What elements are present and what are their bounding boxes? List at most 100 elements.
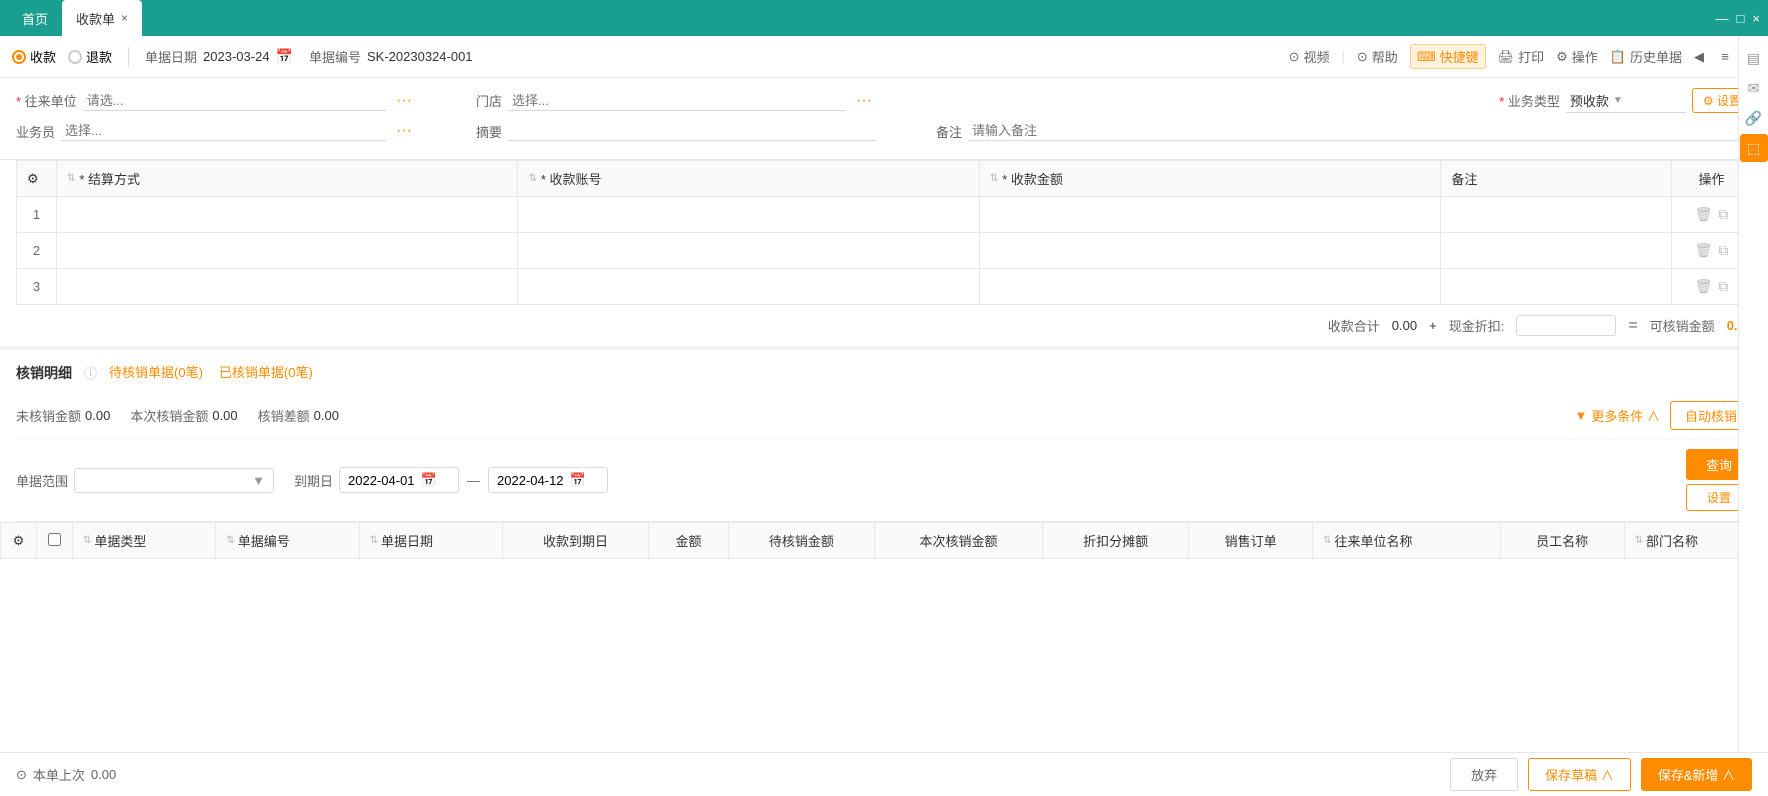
operation-label: 操作	[1572, 47, 1598, 66]
layout1-icon[interactable]: ≡	[1716, 48, 1734, 66]
footer: ⊙ 本单上次 0.00 放弃 保存草稿 ∧ 保存&新增 ∧	[0, 752, 1768, 796]
sidebar-icon-table[interactable]: ▤	[1740, 44, 1768, 72]
bottom-checkbox-header[interactable]	[37, 523, 73, 559]
store-input[interactable]	[508, 91, 846, 111]
close-icon[interactable]: ×	[1752, 11, 1760, 26]
discount-header: 折扣分摊额	[1043, 523, 1189, 559]
amount-cell-3[interactable]	[979, 269, 1440, 305]
equals-sign: =	[1628, 317, 1637, 335]
due-date-header: 收款到期日	[502, 523, 648, 559]
range-select[interactable]: ▼	[74, 468, 274, 493]
account-cell-2[interactable]	[518, 233, 979, 269]
number-field: 单据编号 SK-20230324-001	[309, 47, 473, 66]
form-row-2: 业务员 ··· 摘要 备注	[16, 121, 1752, 141]
counterpart-header: ⇅往来单位名称	[1313, 523, 1500, 559]
refund-radio-circle	[68, 50, 82, 64]
plus-sign: +	[1429, 318, 1437, 333]
date-dash: —	[467, 473, 480, 488]
business-type-select[interactable]: 预收款 ▼	[1566, 89, 1686, 113]
print-btn[interactable]: 🖨 打印	[1498, 47, 1545, 66]
bottom-table: ⚙ ⇅单据类型 ⇅单据编号 ⇅单据日期 收款到期日	[0, 522, 1768, 559]
discount-input[interactable]	[1516, 315, 1616, 336]
copy-icon-1[interactable]: ⧉	[1718, 206, 1728, 223]
remark-input[interactable]	[968, 121, 1752, 141]
save-new-button[interactable]: 保存&新增 ∧	[1641, 758, 1752, 791]
settlement-cell-1[interactable]	[57, 197, 518, 233]
maximize-icon[interactable]: □	[1737, 11, 1745, 26]
delete-icon-2[interactable]: 🗑	[1695, 242, 1713, 259]
counterpart-input[interactable]	[83, 91, 386, 111]
remark-cell-3[interactable]	[1441, 269, 1672, 305]
sidebar-icon-expand[interactable]: ⬚	[1740, 134, 1768, 162]
counterpart-label: 往来单位	[16, 91, 77, 110]
account-header: ⇅ * 收款账号	[518, 161, 979, 197]
tab-close-icon[interactable]: ×	[121, 11, 128, 25]
delete-icon-1[interactable]: 🗑	[1695, 206, 1713, 223]
staff-more-icon[interactable]: ···	[392, 122, 416, 140]
done-tab[interactable]: 已核销单据(0笔)	[219, 362, 313, 383]
refund-radio[interactable]: 退款	[68, 47, 112, 66]
draft-button[interactable]: 保存草稿 ∧	[1528, 758, 1631, 791]
delete-icon-3[interactable]: 🗑	[1695, 278, 1713, 295]
sidebar-icon-link[interactable]: 🔗	[1740, 104, 1768, 132]
more-filter-btn[interactable]: ▼ 更多条件 ∧	[1574, 406, 1660, 425]
operation-icon: ⚙	[1556, 49, 1568, 65]
settlement-cell-3[interactable]	[57, 269, 518, 305]
stats-right: ▼ 更多条件 ∧ 自动核销	[1574, 401, 1752, 430]
tab-current[interactable]: 收款单 ×	[62, 0, 142, 36]
date-filter: 到期日 2022-04-01 📅 — 2022-04-12 📅	[294, 467, 608, 493]
abandon-button[interactable]: 放弃	[1450, 758, 1518, 791]
amount-cell-2[interactable]	[979, 233, 1440, 269]
copy-icon-2[interactable]: ⧉	[1718, 242, 1728, 259]
table-row: 1 🗑 ⧉	[17, 197, 1752, 233]
range-arrow-icon: ▼	[252, 473, 265, 488]
calendar-icon[interactable]: 📅	[276, 48, 293, 65]
date-filter-label: 到期日	[294, 471, 333, 490]
discount-label: 现金折扣:	[1449, 316, 1505, 335]
nav-prev-btn[interactable]: ◀	[1694, 49, 1704, 65]
minimize-icon[interactable]: —	[1716, 11, 1729, 26]
staff-input[interactable]	[61, 121, 386, 141]
filter-row: 单据范围 ▼ 到期日 2022-04-01 📅 — 2022-04-12 �	[16, 439, 1752, 522]
net-label: 可核销金额	[1650, 316, 1715, 335]
select-all-checkbox[interactable]	[48, 533, 61, 546]
operation-btn[interactable]: ⚙ 操作	[1556, 47, 1598, 66]
staff-field: 业务员 ···	[16, 121, 416, 141]
type-radio-group: 收款 退款	[12, 47, 112, 66]
summary-input[interactable]	[508, 121, 876, 141]
help-btn[interactable]: ⊙ 帮助	[1357, 47, 1398, 66]
account-cell-1[interactable]	[518, 197, 979, 233]
print-label: 打印	[1518, 47, 1544, 66]
date-label: 单据日期	[145, 47, 197, 66]
store-more-icon[interactable]: ···	[852, 92, 876, 110]
remark-cell-1[interactable]	[1441, 197, 1672, 233]
more-filter-label: 更多条件 ∧	[1591, 406, 1660, 425]
remark-cell-2[interactable]	[1441, 233, 1672, 269]
video-btn[interactable]: ⊙ 视频	[1289, 47, 1330, 66]
bottom-settings-header[interactable]: ⚙	[1, 523, 37, 559]
receipt-radio[interactable]: 收款	[12, 47, 56, 66]
date-to-input[interactable]: 2022-04-12 📅	[488, 467, 608, 493]
help-label: 帮助	[1372, 47, 1398, 66]
sidebar-icon-mail[interactable]: ✉	[1740, 74, 1768, 102]
settlement-cell-2[interactable]	[57, 233, 518, 269]
table-settings-header[interactable]: ⚙	[17, 161, 57, 197]
account-cell-3[interactable]	[518, 269, 979, 305]
pending-tab[interactable]: 待核销单据(0笔)	[109, 362, 203, 383]
amount-cell-1[interactable]	[979, 197, 1440, 233]
shortcut-btn[interactable]: ⌨ 快捷键	[1410, 44, 1486, 69]
window-controls: — □ ×	[1716, 11, 1760, 26]
remark-label: 备注	[936, 122, 962, 141]
form-row-1: 往来单位 ··· 门店 ··· 业务类型 预收款 ▼ ⚙ 设置	[16, 88, 1752, 113]
video-icon: ⊙	[1289, 49, 1300, 65]
counterpart-more-icon[interactable]: ···	[392, 92, 416, 110]
tab-home[interactable]: 首页	[8, 0, 62, 36]
total-label: 收款合计	[1328, 316, 1380, 335]
staff-header: 员工名称	[1500, 523, 1624, 559]
copy-icon-3[interactable]: ⧉	[1718, 278, 1728, 295]
business-type-field: 业务类型 预收款 ▼ ⚙ 设置	[1499, 88, 1752, 113]
hexiao-info-icon[interactable]: ⓘ	[84, 363, 97, 382]
summary-row: 收款合计 0.00 + 现金折扣: = 可核销金额 0.00	[0, 305, 1768, 350]
date-from-input[interactable]: 2022-04-01 📅	[339, 467, 459, 493]
history-btn[interactable]: 📋 历史单据	[1610, 47, 1682, 66]
